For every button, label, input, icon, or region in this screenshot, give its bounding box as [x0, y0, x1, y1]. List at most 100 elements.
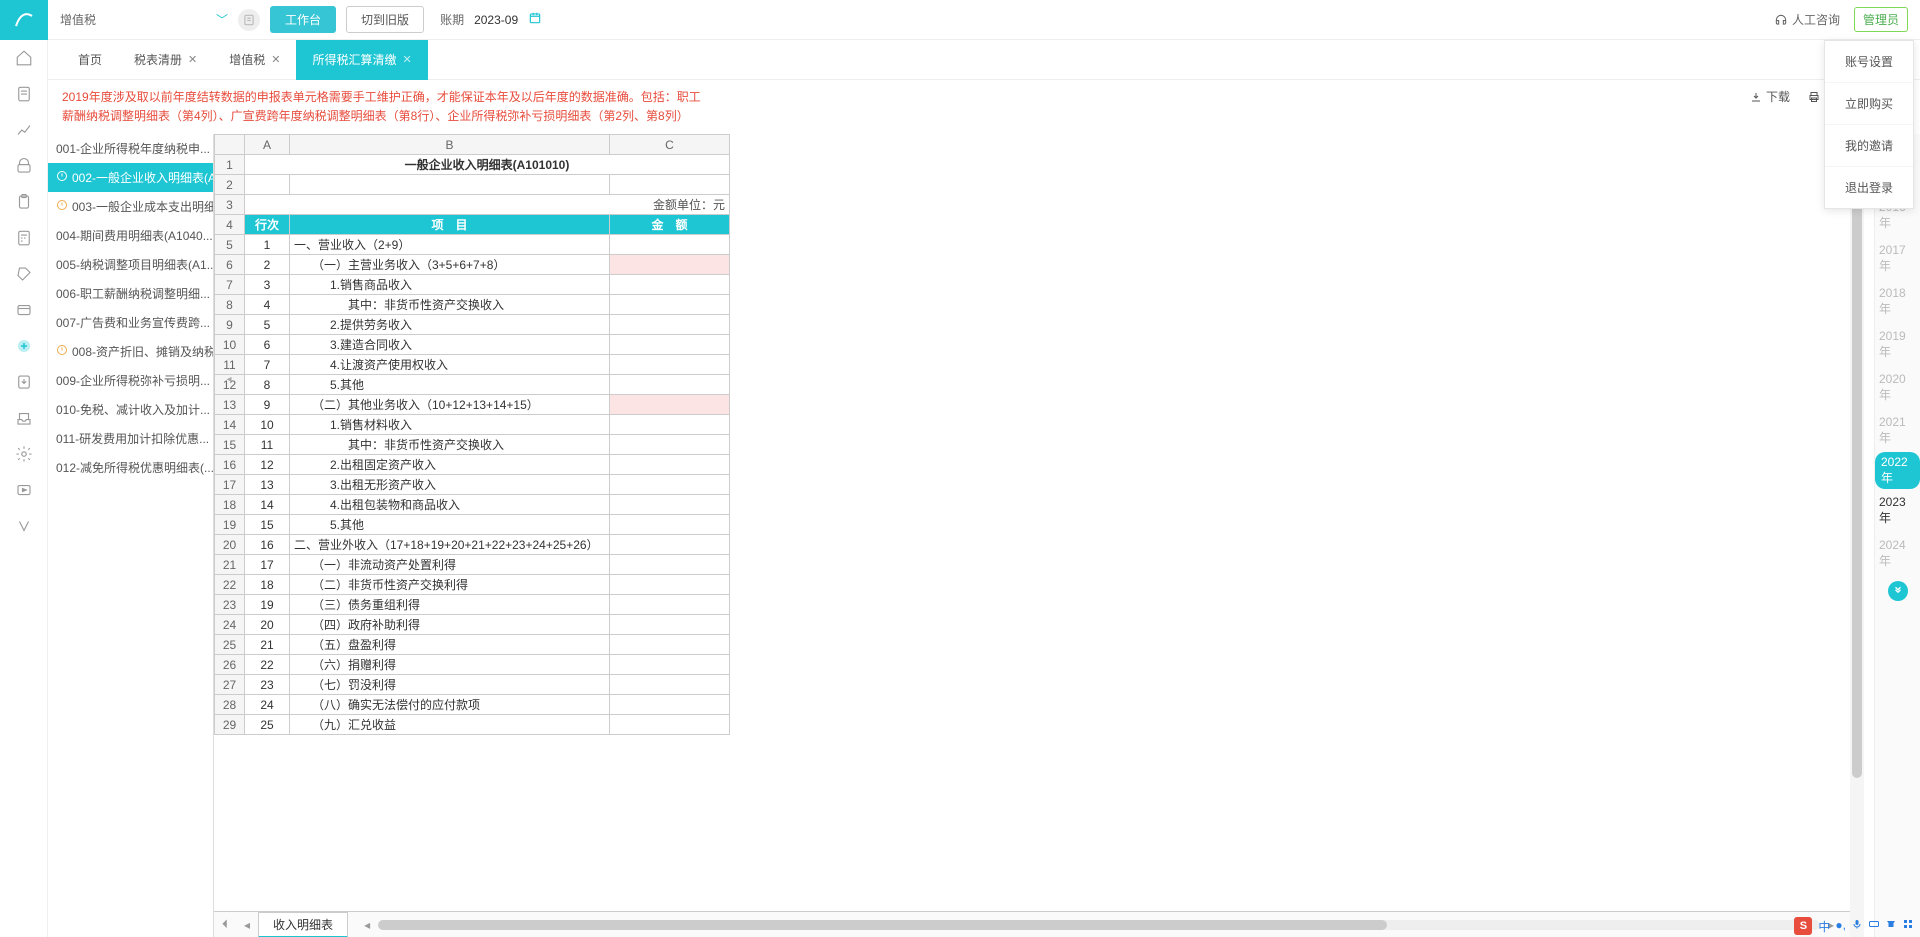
cell-item[interactable]: 2.出租固定资产收入	[290, 455, 610, 475]
year-item[interactable]: 2019年	[1875, 323, 1920, 366]
cell-seq[interactable]: 2	[245, 255, 290, 275]
ime-logo-icon[interactable]: S	[1794, 917, 1812, 935]
cell-seq[interactable]: 13	[245, 475, 290, 495]
row-num-cell[interactable]: 20	[215, 535, 245, 555]
tab-1[interactable]: 税表清册✕	[118, 40, 213, 80]
workbench-button[interactable]: 工作台	[270, 6, 336, 33]
nav-export-icon[interactable]	[0, 364, 48, 400]
cell-seq[interactable]: 22	[245, 655, 290, 675]
year-item[interactable]: 2020年	[1875, 366, 1920, 409]
cell-item[interactable]: 其中：非货币性资产交换收入	[290, 295, 610, 315]
cell-item[interactable]: 5.其他	[290, 515, 610, 535]
form-list-item[interactable]: 001-企业所得税年度纳税申...	[48, 134, 213, 163]
ime-punct-icon[interactable]: ●,	[1835, 918, 1846, 935]
cell-seq[interactable]: 12	[245, 455, 290, 475]
cell-seq[interactable]: 6	[245, 335, 290, 355]
row-num-cell[interactable]: 16	[215, 455, 245, 475]
nav-doc-icon[interactable]	[0, 76, 48, 112]
calendar-icon[interactable]	[528, 11, 542, 28]
cell-amount[interactable]	[610, 675, 730, 695]
chevron-down-icon[interactable]: ﹀	[216, 11, 228, 28]
row-num-cell[interactable]: 29	[215, 715, 245, 735]
close-icon[interactable]: ✕	[188, 53, 197, 66]
cell-seq[interactable]: 1	[245, 235, 290, 255]
cell-amount[interactable]	[610, 595, 730, 615]
cell-seq[interactable]: 9	[245, 395, 290, 415]
admin-button[interactable]: 管理员	[1854, 7, 1908, 32]
row-num-cell[interactable]: 22	[215, 575, 245, 595]
row-num-cell[interactable]: 25	[215, 635, 245, 655]
cell-item[interactable]: （二）其他业务收入（10+12+13+14+15）	[290, 395, 610, 415]
nav-bag-icon[interactable]	[0, 148, 48, 184]
cell-amount[interactable]	[610, 615, 730, 635]
cell-item[interactable]: （五）盘盈利得	[290, 635, 610, 655]
cell-item[interactable]: 3.出租无形资产收入	[290, 475, 610, 495]
cell-amount[interactable]	[610, 455, 730, 475]
row-num-cell[interactable]: 5	[215, 235, 245, 255]
cell-seq[interactable]: 18	[245, 575, 290, 595]
resize-handle-icon[interactable]: ◂	[224, 370, 234, 388]
nav-settings-icon[interactable]	[0, 436, 48, 472]
cell-amount[interactable]	[610, 435, 730, 455]
cell-item[interactable]: 4.出租包装物和商品收入	[290, 495, 610, 515]
nav-tax-icon[interactable]	[0, 328, 48, 364]
cell-amount[interactable]	[610, 415, 730, 435]
row-num-cell[interactable]: 24	[215, 615, 245, 635]
row-num-cell[interactable]: 10	[215, 335, 245, 355]
form-list-item[interactable]: 002-一般企业收入明细表(A1...	[48, 163, 213, 192]
cell-seq[interactable]: 3	[245, 275, 290, 295]
form-list-item[interactable]: 006-职工薪酬纳税调整明细...	[48, 279, 213, 308]
cell-seq[interactable]: 16	[245, 535, 290, 555]
cell-item[interactable]: （三）债务重组利得	[290, 595, 610, 615]
cell-seq[interactable]: 11	[245, 435, 290, 455]
header-amount[interactable]: 金 额	[610, 215, 730, 235]
row-num-cell[interactable]: 28	[215, 695, 245, 715]
year-item[interactable]: 2022年	[1875, 452, 1920, 489]
cell-item[interactable]: 3.建造合同收入	[290, 335, 610, 355]
cell-seq[interactable]: 25	[245, 715, 290, 735]
form-list-item[interactable]: 012-减免所得税优惠明细表(...	[48, 453, 213, 482]
cell-item[interactable]: 4.让渡资产使用权收入	[290, 355, 610, 375]
nav-video-icon[interactable]	[0, 472, 48, 508]
cell-amount[interactable]	[610, 475, 730, 495]
form-list-item[interactable]: 010-免税、减计收入及加计...	[48, 395, 213, 424]
cell-amount[interactable]	[610, 655, 730, 675]
cell-item[interactable]: 2.提供劳务收入	[290, 315, 610, 335]
sheet-title[interactable]: 一般企业收入明细表(A101010)	[245, 155, 730, 175]
form-list-item[interactable]: 005-纳税调整项目明细表(A1...	[48, 250, 213, 279]
cell-amount[interactable]	[610, 715, 730, 735]
user-menu-item[interactable]: 我的邀请	[1825, 125, 1913, 167]
cell-seq[interactable]: 17	[245, 555, 290, 575]
cell-seq[interactable]: 8	[245, 375, 290, 395]
cell-item[interactable]: 1.销售商品收入	[290, 275, 610, 295]
nav-box-icon[interactable]	[0, 292, 48, 328]
consult-button[interactable]: 人工咨询	[1774, 11, 1840, 28]
cell-item[interactable]: 1.销售材料收入	[290, 415, 610, 435]
cell-seq[interactable]: 5	[245, 315, 290, 335]
nav-clipboard-icon[interactable]	[0, 184, 48, 220]
row-num-cell[interactable]: 26	[215, 655, 245, 675]
nav-tag-icon[interactable]	[0, 256, 48, 292]
row-num-cell[interactable]: 9	[215, 315, 245, 335]
row-num-cell[interactable]: 27	[215, 675, 245, 695]
horizontal-scrollbar[interactable]: ◂ ▸	[356, 918, 1842, 932]
period-value[interactable]: 2023-09	[474, 13, 518, 27]
header-row-num[interactable]: 行次	[245, 215, 290, 235]
row-num-cell[interactable]: 7	[215, 275, 245, 295]
cell-seq[interactable]: 24	[245, 695, 290, 715]
nav-calc-icon[interactable]	[0, 220, 48, 256]
sheet-tab[interactable]: 收入明细表	[258, 912, 348, 937]
header-item[interactable]: 项 目	[290, 215, 610, 235]
ime-keyboard-icon[interactable]	[1868, 918, 1880, 930]
row-num-cell[interactable]: 23	[215, 595, 245, 615]
cell-seq[interactable]: 23	[245, 675, 290, 695]
cell-amount[interactable]	[610, 515, 730, 535]
row-num-cell[interactable]: 21	[215, 555, 245, 575]
tab-2[interactable]: 增值税✕	[213, 40, 296, 80]
year-item[interactable]: 2017年	[1875, 237, 1920, 280]
close-icon[interactable]: ✕	[271, 53, 280, 66]
cell-amount[interactable]	[610, 235, 730, 255]
year-item[interactable]: 2023年	[1875, 489, 1920, 532]
cell-item[interactable]: 二、营业外收入（17+18+19+20+21+22+23+24+25+26）	[290, 535, 610, 555]
user-menu-item[interactable]: 立即购买	[1825, 83, 1913, 125]
